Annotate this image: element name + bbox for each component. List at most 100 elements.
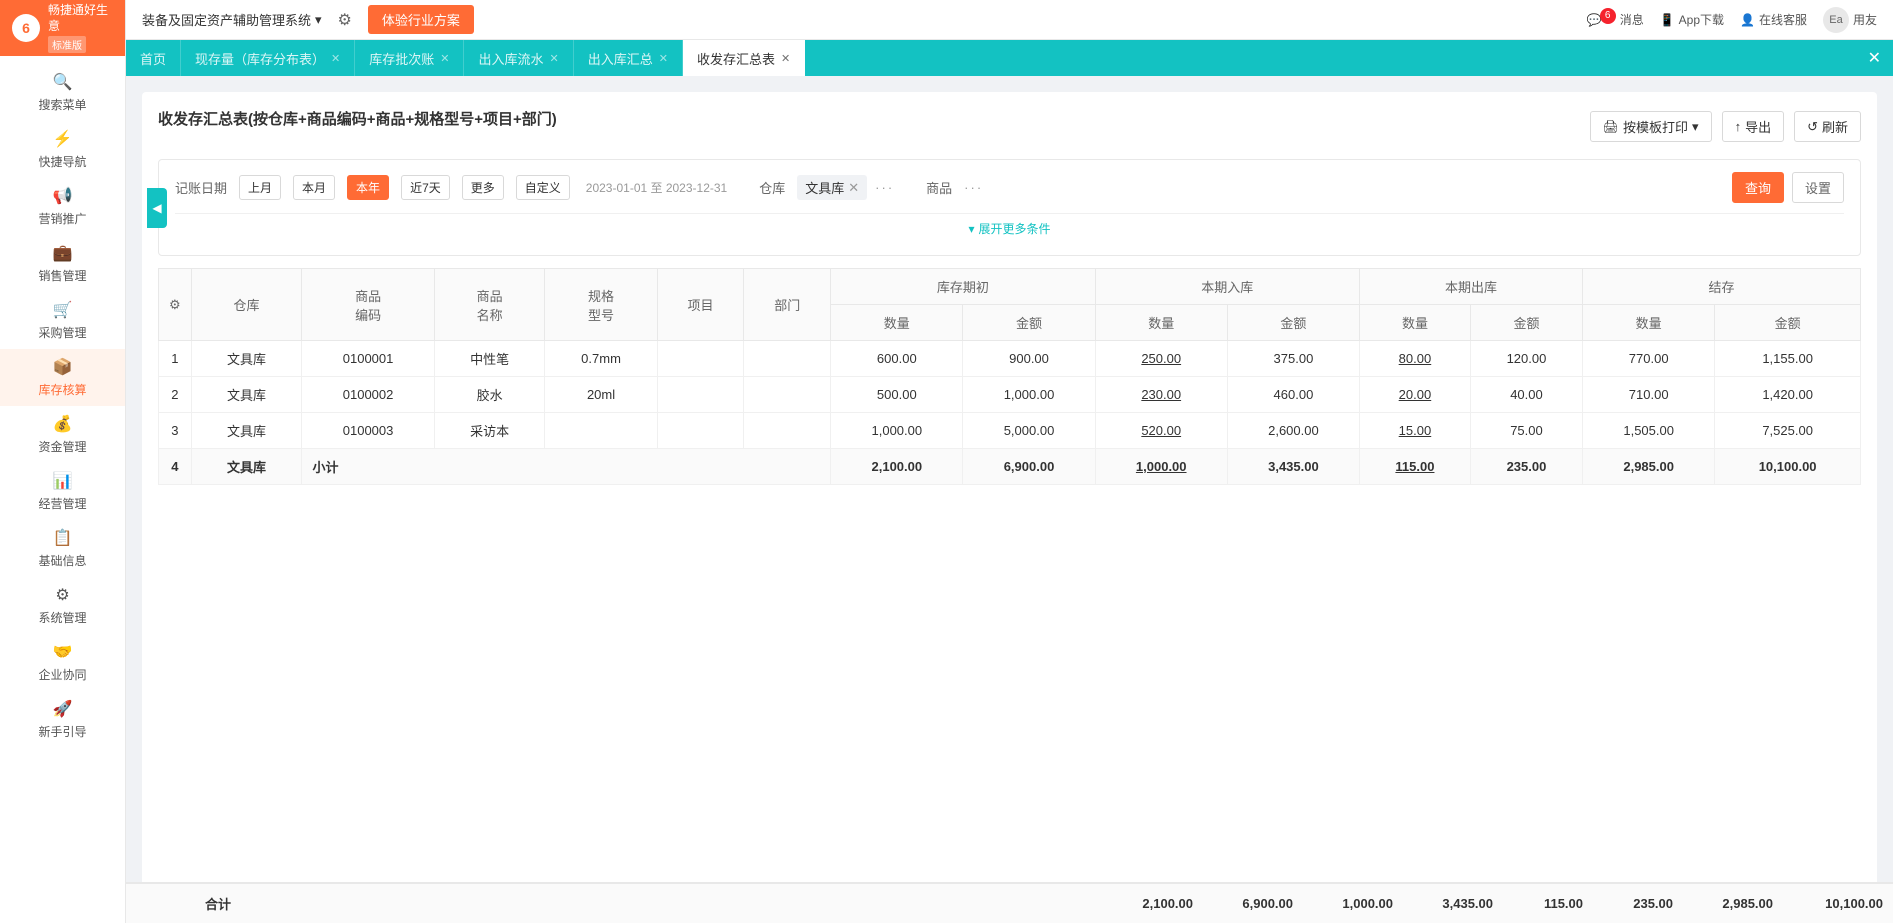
footer-out-amt: 235.00 (1593, 892, 1683, 915)
row-goods-code: 0100001 (302, 341, 434, 377)
message-button[interactable]: 💬 6 消息 (1587, 11, 1644, 28)
sidebar-item-marketing[interactable]: 📢营销推广 (0, 178, 125, 235)
row-out-amt: 40.00 (1470, 377, 1582, 413)
footer-opening-amt: 6,900.00 (1203, 892, 1303, 915)
sidebar-item-guide[interactable]: 🚀 新手引导 (0, 691, 125, 748)
tab-inout-summary[interactable]: 出入库汇总 ✕ (574, 40, 683, 76)
th-warehouse: 仓库 (191, 269, 302, 341)
subtotal-warehouse: 文具库 (191, 449, 302, 485)
row-closing-qty: 770.00 (1583, 341, 1715, 377)
row-no: 1 (159, 341, 192, 377)
row-in-qty[interactable]: 250.00 (1095, 341, 1227, 377)
warehouse-tag-close[interactable]: ✕ (848, 180, 859, 196)
goods-more-dots[interactable]: ··· (964, 180, 983, 195)
row-goods-spec: 0.7mm (545, 341, 657, 377)
notification-badge: 6 (1600, 8, 1616, 24)
col-settings-header[interactable]: ⚙ (159, 269, 192, 341)
th-opening-qty: 数量 (831, 305, 963, 341)
sidebar-item-finance[interactable]: 💰资金管理 (0, 406, 125, 463)
table-row: 3 文具库 0100003 采访本 1,000.00 5,000.00 520.… (159, 413, 1861, 449)
inventory-icon: 📦 (53, 357, 73, 377)
row-closing-amt: 1,155.00 (1715, 341, 1861, 377)
sidebar-item-search[interactable]: 🔍搜索菜单 (0, 64, 125, 121)
table-settings-button[interactable]: 设置 (1792, 172, 1844, 203)
print-dropdown-icon: ▾ (1692, 119, 1699, 135)
settings-icon[interactable]: ⚙ (338, 10, 352, 30)
tab-receipt-summary[interactable]: 收发存汇总表 ✕ (683, 40, 805, 76)
row-out-qty[interactable]: 80.00 (1360, 341, 1471, 377)
tab-inout-flow-close[interactable]: ✕ (550, 52, 559, 65)
footer-total: 合计 2,100.00 6,900.00 1,000.00 3,435.00 1… (126, 882, 1893, 923)
tab-batch-account-close[interactable]: ✕ (440, 52, 449, 65)
tab-home[interactable]: 首页 (126, 40, 181, 76)
date-range: 2023-01-01 至 2023-12-31 (586, 179, 727, 196)
warehouse-more-dots[interactable]: ··· (875, 180, 894, 195)
tab-inventory-dist-close[interactable]: ✕ (331, 52, 340, 65)
th-group-closing: 结存 (1583, 269, 1861, 305)
tabbar: 首页 现存量（库存分布表） ✕ 库存批次账 ✕ 出入库流水 ✕ 出入库汇总 ✕ … (126, 40, 1893, 76)
footer-closing-qty: 2,985.00 (1683, 892, 1783, 915)
export-button[interactable]: ↑ 导出 (1722, 111, 1785, 142)
purchase-icon: 🛒 (53, 300, 73, 320)
system-selector[interactable]: 装备及固定资产辅助管理系统 ▾ (142, 10, 322, 29)
print-button[interactable]: 🖨 按模板打印 ▾ (1590, 111, 1712, 142)
footer-opening-qty: 2,100.00 (1103, 892, 1203, 915)
subtotal-in-amt: 3,435.00 (1227, 449, 1359, 485)
sidebar-item-label-purchase: 采购管理 (38, 324, 86, 341)
logo-text: 畅捷通好生意 (48, 3, 113, 34)
row-in-qty[interactable]: 520.00 (1095, 413, 1227, 449)
row-opening-amt: 1,000.00 (963, 377, 1095, 413)
trial-button[interactable]: 体验行业方案 (368, 5, 474, 34)
row-in-qty[interactable]: 230.00 (1095, 377, 1227, 413)
row-out-qty[interactable]: 15.00 (1360, 413, 1471, 449)
tab-home-label: 首页 (140, 49, 166, 68)
date-7days[interactable]: 近7天 (401, 175, 450, 200)
row-warehouse: 文具库 (191, 377, 302, 413)
sidebar-item-operations[interactable]: 📊经营管理 (0, 463, 125, 520)
sidebar-item-enterprise[interactable]: 🤝企业协同 (0, 634, 125, 691)
date-this-month[interactable]: 本月 (293, 175, 335, 200)
sidebar-item-purchase[interactable]: 🛒 采购管理 (0, 292, 125, 349)
refresh-button[interactable]: ↺ 刷新 (1794, 111, 1861, 142)
sidebar-item-sales[interactable]: 💼销售管理 (0, 235, 125, 292)
guide-icon: 🚀 (53, 699, 73, 719)
expand-icon: ▾ (968, 222, 974, 236)
sidebar-item-label-guide: 新手引导 (38, 723, 86, 740)
date-this-year[interactable]: 本年 (347, 175, 389, 200)
sidebar-item-label-basic-info: 基础信息 (38, 552, 86, 569)
row-opening-amt: 5,000.00 (963, 413, 1095, 449)
table-row: 2 文具库 0100002 胶水 20ml 500.00 1,000.00 23… (159, 377, 1861, 413)
app-download-button[interactable]: 📱 App下载 (1660, 11, 1724, 28)
expand-more-button[interactable]: ▾ 展开更多条件 (175, 213, 1844, 243)
filter-toggle-button[interactable]: ◀ (147, 188, 167, 228)
subtotal-in-qty[interactable]: 1,000.00 (1095, 449, 1227, 485)
online-service-button[interactable]: 👤 在线客服 (1740, 11, 1807, 28)
sidebar-item-quick-nav[interactable]: ⚡快捷导航 (0, 121, 125, 178)
sidebar-item-system[interactable]: ⚙系统管理 (0, 577, 125, 634)
sidebar-item-label-quick-nav: 快捷导航 (38, 153, 86, 170)
tab-inout-flow[interactable]: 出入库流水 ✕ (464, 40, 573, 76)
sidebar-item-label-inventory: 库存核算 (38, 381, 86, 398)
user-button[interactable]: Ea 用友 (1823, 7, 1877, 33)
date-custom[interactable]: 自定义 (516, 175, 570, 200)
print-label: 按模板打印 (1623, 117, 1688, 136)
date-last-month[interactable]: 上月 (239, 175, 281, 200)
warehouse-value: 文具库 (805, 178, 844, 197)
search-icon: 🔍 (53, 72, 73, 92)
query-button[interactable]: 查询 (1732, 172, 1784, 203)
logo-tag: 标准版 (48, 36, 86, 53)
footer-in-amt: 3,435.00 (1403, 892, 1503, 915)
sidebar-item-basic-info[interactable]: 📋基础信息 (0, 520, 125, 577)
tab-inventory-dist[interactable]: 现存量（库存分布表） ✕ (181, 40, 355, 76)
th-goods-code: 商品编码 (302, 269, 434, 341)
tab-receipt-summary-close[interactable]: ✕ (781, 52, 790, 65)
sidebar-item-inventory[interactable]: 📦 库存核算 (0, 349, 125, 406)
row-out-qty[interactable]: 20.00 (1360, 377, 1471, 413)
row-warehouse: 文具库 (191, 413, 302, 449)
tabbar-close-all[interactable]: ✕ (1856, 40, 1893, 76)
date-more[interactable]: 更多 (462, 175, 504, 200)
tab-inout-summary-close[interactable]: ✕ (659, 52, 668, 65)
app-icon: 📱 (1660, 13, 1675, 27)
subtotal-out-qty[interactable]: 115.00 (1360, 449, 1471, 485)
tab-batch-account[interactable]: 库存批次账 ✕ (355, 40, 464, 76)
